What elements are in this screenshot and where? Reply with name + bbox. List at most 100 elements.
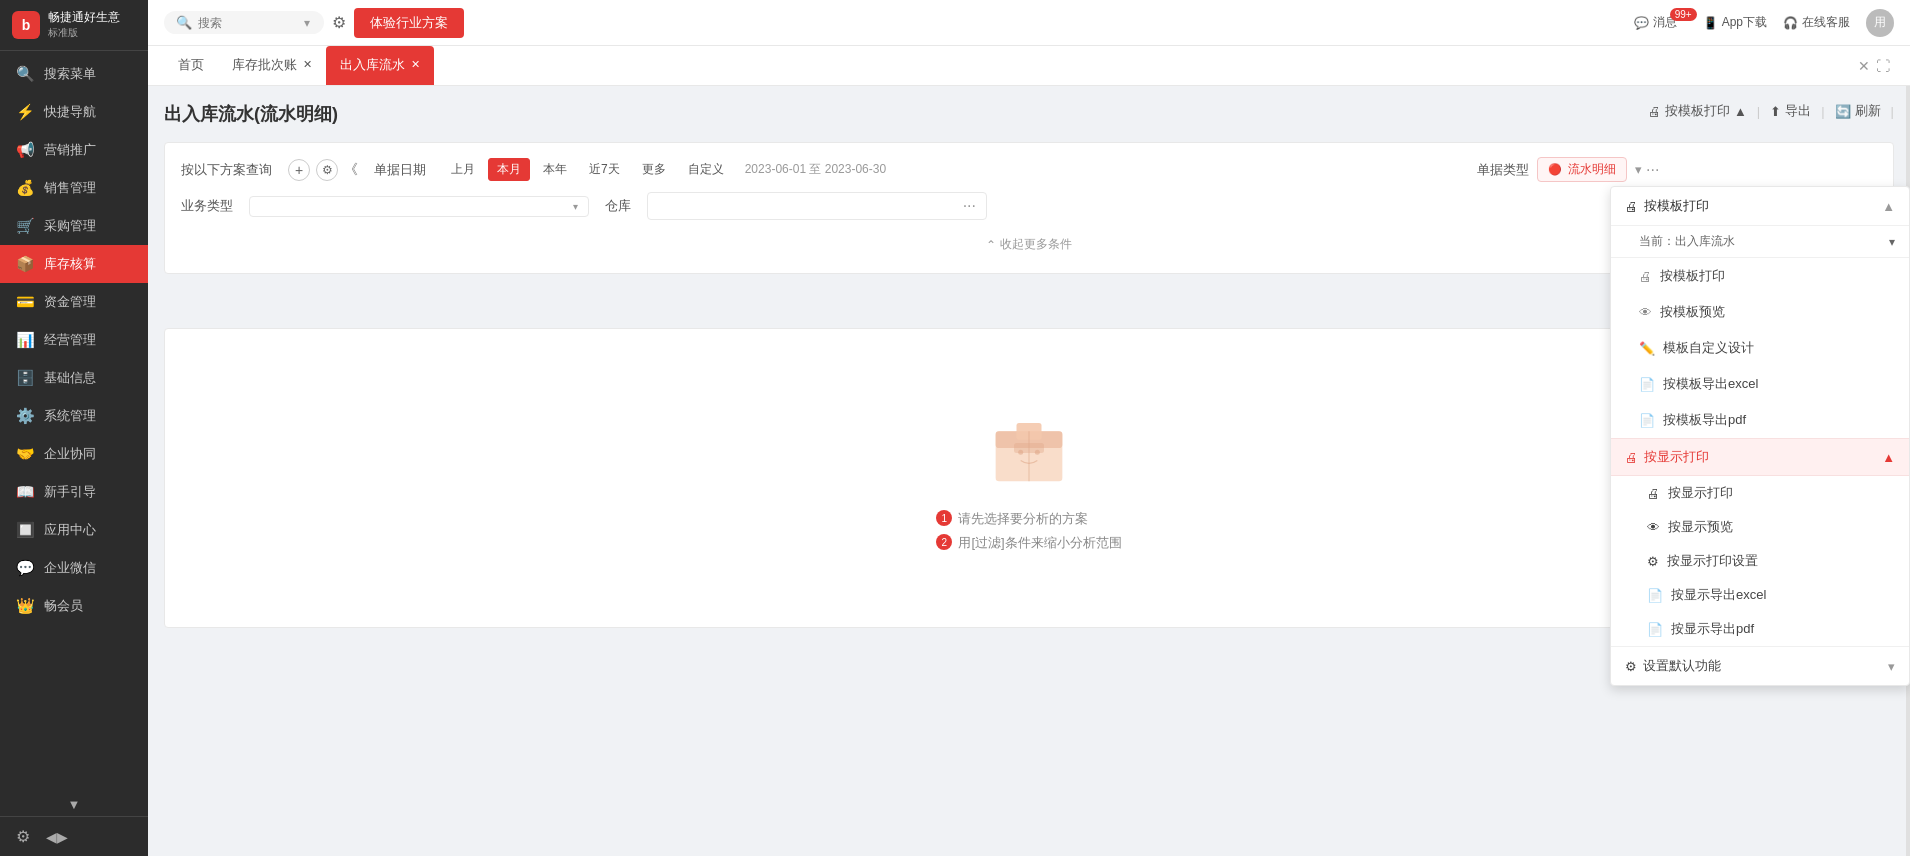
message-button[interactable]: 💬 消息 99+ xyxy=(1634,14,1687,31)
dropdown-item-display-print-settings[interactable]: ⚙ 按显示打印设置 xyxy=(1611,544,1909,578)
sidebar-item-label-app-center: 应用中心 xyxy=(44,521,96,539)
dp-footer-label: 设置默认功能 xyxy=(1643,657,1721,675)
dropdown-item-display-preview[interactable]: 👁 按显示预览 xyxy=(1611,510,1909,544)
template-print-chevron-icon[interactable]: ▲ xyxy=(1734,104,1747,119)
dp-display-pdf-icon: 📄 xyxy=(1647,622,1663,637)
header-search[interactable]: 🔍 ▾ xyxy=(164,11,324,34)
dropdown-item-template-pdf[interactable]: 📄 按模板导出pdf xyxy=(1611,402,1909,438)
dropdown-item-display-pdf[interactable]: 📄 按显示导出pdf xyxy=(1611,612,1909,646)
type-chevron-down-icon[interactable]: ▾ xyxy=(1635,162,1642,177)
dp-template-excel-label: 按模板导出excel xyxy=(1663,375,1758,393)
sidebar-item-system[interactable]: ⚙️ 系统管理 xyxy=(0,397,148,435)
export-button[interactable]: ⬆ 导出 xyxy=(1770,102,1811,120)
top-actions: 🖨 按模板打印 ▲ | ⬆ 导出 | 🔄 刷新 | xyxy=(1648,102,1894,120)
template-print-dropdown-button[interactable]: 🖨 按模板打印 ▲ xyxy=(1648,102,1747,120)
dp-display-print-label: 按显示打印 xyxy=(1668,484,1733,502)
search-input[interactable] xyxy=(198,16,298,30)
export-label: 导出 xyxy=(1785,102,1811,120)
sidebar-item-inventory[interactable]: 📦 库存核算 xyxy=(0,245,148,283)
sidebar-item-label-wechat: 企业微信 xyxy=(44,559,96,577)
settings-icon[interactable]: ⚙ xyxy=(16,827,30,846)
biz-type-chevron-icon: ▾ xyxy=(573,201,578,212)
app-download-button[interactable]: 📱 App下载 xyxy=(1703,14,1767,31)
sidebar-item-base[interactable]: 🗄️ 基础信息 xyxy=(0,359,148,397)
collapse-icon[interactable]: ◀▶ xyxy=(46,829,68,845)
dropdown-printer-icon: 🖨 xyxy=(1625,199,1638,214)
dropdown-item-template-print[interactable]: 🖨 按模板打印 xyxy=(1611,258,1909,294)
dp-display-excel-label: 按显示导出excel xyxy=(1671,586,1766,604)
sidebar-item-wechat[interactable]: 💬 企业微信 xyxy=(0,549,148,587)
sidebar-item-label-enterprise: 企业协同 xyxy=(44,445,96,463)
dp-template-pdf-label: 按模板导出pdf xyxy=(1663,411,1746,429)
warehouse-select[interactable]: ··· xyxy=(647,192,987,220)
sidebar-item-marketing[interactable]: 📢 营销推广 xyxy=(0,131,148,169)
dropdown-title: 🖨 按模板打印 xyxy=(1625,197,1709,215)
search-chevron-icon[interactable]: ▾ xyxy=(304,16,310,30)
header-gear-icon[interactable]: ⚙ xyxy=(332,13,346,32)
sidebar-item-member[interactable]: 👑 畅会员 xyxy=(0,587,148,625)
biz-type-select[interactable]: ▾ xyxy=(249,196,589,217)
dropdown-item-display-print[interactable]: 🖨 按显示打印 xyxy=(1611,476,1909,510)
empty-step-2: 2 用[过滤]条件来缩小分析范围 xyxy=(936,534,1121,552)
filter-collapse-icon[interactable]: 《 xyxy=(344,161,358,179)
app-center-icon: 🔲 xyxy=(16,521,34,539)
sidebar-item-operations[interactable]: 📊 经营管理 xyxy=(0,321,148,359)
dp-template-preview-label: 按模板预览 xyxy=(1660,303,1725,321)
window-maximize-icon[interactable]: ⛶ xyxy=(1876,58,1890,74)
filter-tag-detail[interactable]: 🔴 流水明细 xyxy=(1537,157,1627,182)
tab-flow-close-icon[interactable]: ✕ xyxy=(411,58,420,71)
tab-home[interactable]: 首页 xyxy=(164,46,218,85)
type-more-icon[interactable]: ··· xyxy=(1646,161,1659,179)
sidebar-item-app-center[interactable]: 🔲 应用中心 xyxy=(0,511,148,549)
date-range-display: 2023-06-01 至 2023-06-30 xyxy=(745,161,886,178)
tab-bar: 首页 库存批次账 ✕ 出入库流水 ✕ ✕ ⛶ xyxy=(148,46,1910,86)
tab-batch-account-close-icon[interactable]: ✕ xyxy=(303,58,312,71)
tab-flow-label: 出入库流水 xyxy=(340,56,405,74)
trial-button[interactable]: 体验行业方案 xyxy=(354,8,464,38)
dropdown-header: 🖨 按模板打印 ▲ xyxy=(1611,187,1909,226)
dropdown-collapse-icon[interactable]: ▲ xyxy=(1882,199,1895,214)
dp-display-section-collapse-icon[interactable]: ▲ xyxy=(1882,450,1895,465)
dropdown-item-display-excel[interactable]: 📄 按显示导出excel xyxy=(1611,578,1909,612)
sidebar-item-search[interactable]: 🔍 搜索菜单 xyxy=(0,55,148,93)
filter-add-button[interactable]: + xyxy=(288,159,310,181)
dp-pdf-icon: 📄 xyxy=(1639,413,1655,428)
sidebar-item-finance[interactable]: 💳 资金管理 xyxy=(0,283,148,321)
window-close-icon[interactable]: ✕ xyxy=(1858,58,1870,74)
sidebar-item-sales[interactable]: 💰 销售管理 xyxy=(0,169,148,207)
sidebar-item-enterprise[interactable]: 🤝 企业协同 xyxy=(0,435,148,473)
collapse-label: 收起更多条件 xyxy=(1000,236,1072,253)
sidebar-scroll-down[interactable]: ▼ xyxy=(0,793,148,816)
refresh-label: 刷新 xyxy=(1855,102,1881,120)
dropdown-item-template-custom[interactable]: ✏️ 模板自定义设计 xyxy=(1611,330,1909,366)
dropdown-item-template-excel[interactable]: 📄 按模板导出excel xyxy=(1611,366,1909,402)
tab-flow[interactable]: 出入库流水 ✕ xyxy=(326,46,434,85)
type-label: 单据类型 xyxy=(1477,161,1529,179)
date-btn-more[interactable]: 更多 xyxy=(633,158,675,181)
date-btn-this-month[interactable]: 本月 xyxy=(488,158,530,181)
app-name: 畅捷通好生意 xyxy=(48,10,120,26)
online-service-button[interactable]: 🎧 在线客服 xyxy=(1783,14,1850,31)
warehouse-label: 仓库 xyxy=(605,197,631,215)
date-btn-7days[interactable]: 近7天 xyxy=(580,158,629,181)
tab-batch-account[interactable]: 库存批次账 ✕ xyxy=(218,46,326,85)
filter-settings-button[interactable]: ⚙ xyxy=(316,159,338,181)
sidebar-nav: 🔍 搜索菜单 ⚡ 快捷导航 📢 营销推广 💰 销售管理 🛒 采购管理 📦 库存核… xyxy=(0,51,148,793)
refresh-button[interactable]: 🔄 刷新 xyxy=(1835,102,1881,120)
svg-point-6 xyxy=(1035,450,1040,455)
warehouse-more-icon[interactable]: ··· xyxy=(963,197,976,215)
dropdown-item-template-preview[interactable]: 👁 按模板预览 xyxy=(1611,294,1909,330)
sidebar-item-quick-nav[interactable]: ⚡ 快捷导航 xyxy=(0,93,148,131)
sidebar-item-guide[interactable]: 📖 新手引导 xyxy=(0,473,148,511)
user-avatar[interactable]: 用 xyxy=(1866,9,1894,37)
filter-scheme-label: 按以下方案查询 xyxy=(181,161,272,179)
dropdown-footer[interactable]: ⚙ 设置默认功能 ▾ xyxy=(1611,646,1909,685)
dp-display-printer-icon-2: 🖨 xyxy=(1647,486,1660,501)
date-btn-last-month[interactable]: 上月 xyxy=(442,158,484,181)
window-controls: ✕ ⛶ xyxy=(1858,46,1894,85)
date-btn-custom[interactable]: 自定义 xyxy=(679,158,733,181)
dropdown-display-section-header[interactable]: 🖨 按显示打印 ▲ xyxy=(1611,438,1909,476)
date-btn-this-year[interactable]: 本年 xyxy=(534,158,576,181)
tab-batch-account-label: 库存批次账 xyxy=(232,56,297,74)
sidebar-item-purchase[interactable]: 🛒 采购管理 xyxy=(0,207,148,245)
